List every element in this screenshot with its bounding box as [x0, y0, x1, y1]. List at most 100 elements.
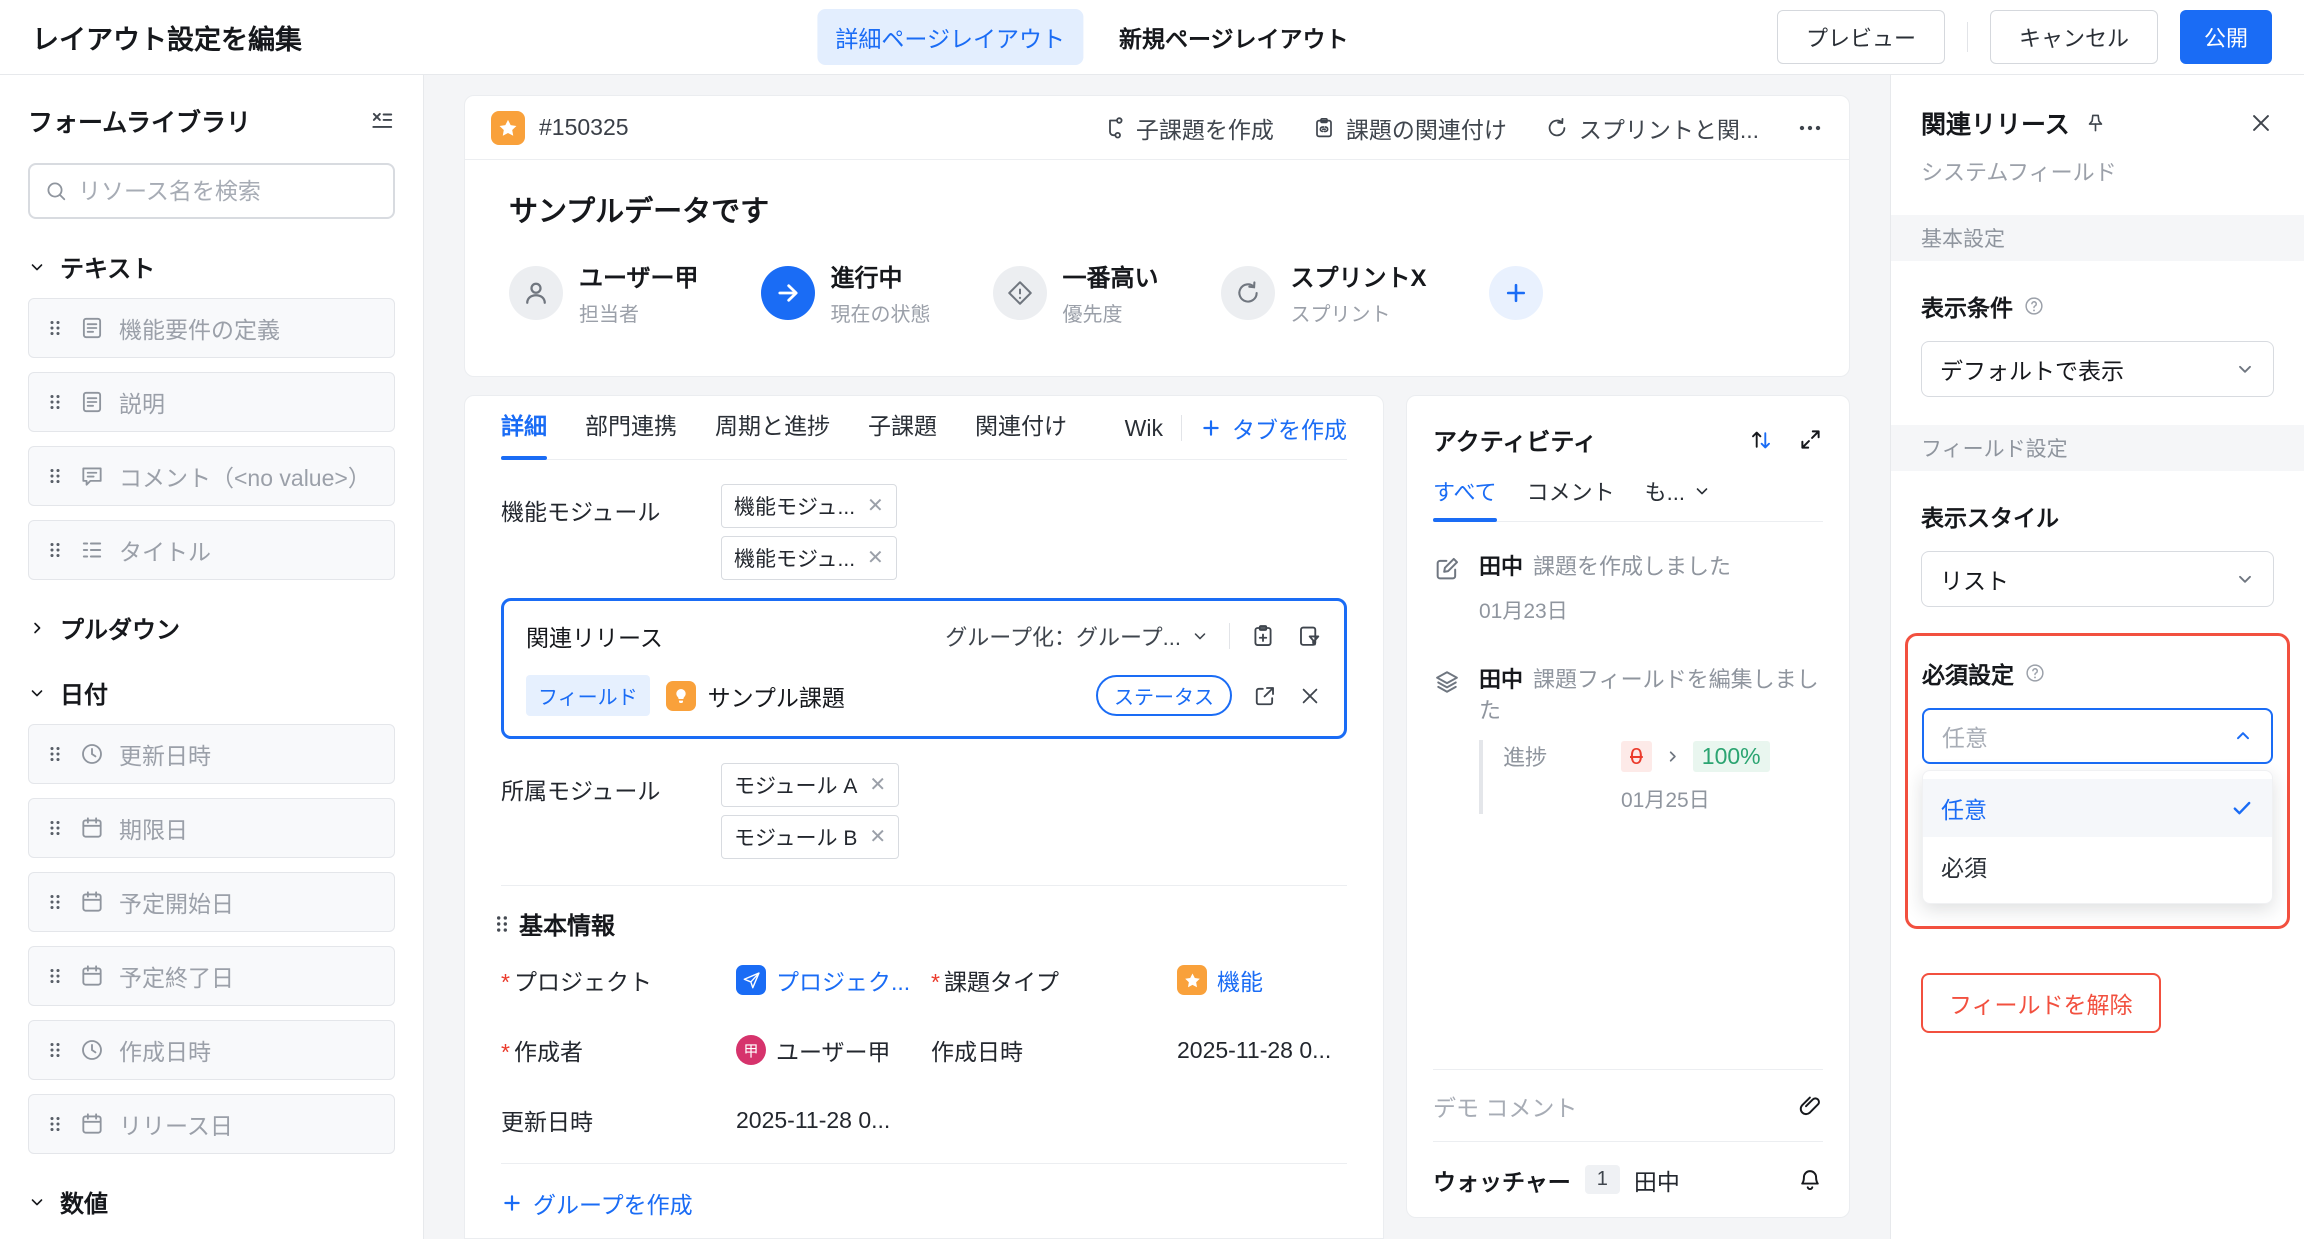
library-item-label: 期限日 — [119, 817, 188, 843]
tag[interactable]: モジュール B ✕ — [721, 815, 900, 859]
remove-field-button[interactable]: フィールドを解除 — [1921, 973, 2161, 1033]
activity-user[interactable]: 田中 — [1479, 667, 1523, 692]
field-inspector: 関連リリース システムフィールド 基本設定 表示条件 デフォルトで表示 フィール… — [1890, 75, 2304, 1239]
tab-links[interactable]: 関連付け — [975, 407, 1067, 459]
drag-handle-icon[interactable] — [45, 744, 65, 764]
library-item-due[interactable]: 期限日 — [28, 798, 395, 858]
status-attr[interactable]: 進行中 現在の状態 — [760, 258, 931, 327]
option-required[interactable]: 必須 — [1923, 837, 2272, 895]
required-setting-select[interactable]: 任意 — [1922, 708, 2273, 764]
library-item-planned-start[interactable]: 予定開始日 — [28, 872, 395, 932]
drag-handle-icon[interactable] — [45, 466, 65, 486]
create-tab-link[interactable]: タブを作成 — [1200, 411, 1347, 445]
search-input[interactable] — [78, 177, 379, 205]
activity-field-change: 進捗 0 100% 01月25日 — [1479, 740, 1823, 815]
priority-attr[interactable]: 一番高い 優先度 — [992, 258, 1159, 327]
assignee-attr[interactable]: ユーザー甲 担当者 — [509, 258, 699, 327]
tab-detail[interactable]: 詳細 — [501, 407, 547, 460]
activity-tab-all[interactable]: すべて — [1433, 475, 1497, 522]
tab-new-page-layout[interactable]: 新規ページレイアウト — [1119, 20, 1349, 54]
create-subtask-action[interactable]: 子課題を作成 — [1102, 111, 1274, 145]
comment-input[interactable]: デモ コメント — [1433, 1069, 1823, 1141]
tab-department[interactable]: 部門連携 — [585, 407, 677, 459]
drag-handle-icon[interactable] — [45, 818, 65, 838]
section-pulldown[interactable]: プルダウン — [28, 610, 395, 645]
field-row-module[interactable]: 機能モジュール 機能モジュ... ✕ 機能モジュ... ✕ — [501, 484, 1347, 580]
tab-wiki[interactable]: Wik — [1125, 415, 1163, 442]
expand-icon[interactable] — [1798, 427, 1823, 452]
collapse-panel-icon[interactable] — [369, 108, 395, 134]
resource-search[interactable] — [28, 163, 395, 219]
sprint-attr[interactable]: スプリントX スプリント — [1220, 258, 1427, 327]
field-value-created-at[interactable]: 2025-11-28 0... — [1177, 1037, 1347, 1064]
remove-tag-icon[interactable]: ✕ — [867, 548, 884, 568]
cancel-button[interactable]: キャンセル — [1989, 10, 2158, 64]
help-icon[interactable] — [2023, 295, 2045, 317]
sort-order-icon[interactable] — [1748, 427, 1774, 453]
library-item-release-date[interactable]: リリース日 — [28, 1094, 395, 1154]
more-actions-icon[interactable] — [1797, 115, 1823, 141]
group-by-dropdown[interactable]: グループ化：グループ... — [945, 620, 1209, 652]
field-label-creator: 作成者 — [501, 1033, 736, 1067]
field-value-updated-at[interactable]: 2025-11-28 0... — [736, 1107, 931, 1134]
pin-icon[interactable] — [2084, 112, 2107, 135]
watcher-name[interactable]: 田中 — [1634, 1163, 1680, 1197]
remove-tag-icon[interactable]: ✕ — [867, 496, 884, 516]
activity-tab-more[interactable]: も... — [1645, 475, 1711, 521]
filter-view-icon[interactable] — [1296, 623, 1322, 649]
drag-handle-icon[interactable] — [45, 892, 65, 912]
library-item-comment[interactable]: コメント（<no value>） — [28, 446, 395, 506]
activity-header-icons — [1748, 427, 1823, 453]
link-issue-action[interactable]: 課題の関連付け — [1312, 111, 1507, 145]
section-number[interactable]: 数値 — [28, 1184, 395, 1219]
drag-handle-icon[interactable] — [45, 1114, 65, 1134]
field-value-issue-type[interactable]: 機能 — [1177, 963, 1347, 997]
preview-button[interactable]: プレビュー — [1776, 10, 1945, 64]
drag-handle-icon[interactable] — [45, 540, 65, 560]
tab-subtasks[interactable]: 子課題 — [868, 407, 937, 459]
drag-handle-icon[interactable] — [45, 318, 65, 338]
create-group-link[interactable]: グループを作成 — [501, 1186, 693, 1220]
activity-tab-comments[interactable]: コメント — [1527, 475, 1615, 521]
tag[interactable]: 機能モジュ... ✕ — [721, 484, 897, 528]
tag[interactable]: 機能モジュ... ✕ — [721, 536, 897, 580]
library-item-updated[interactable]: 更新日時 — [28, 724, 395, 784]
sprint-link-action[interactable]: スプリントと関... — [1545, 111, 1759, 145]
activity-user[interactable]: 田中 — [1479, 554, 1523, 579]
related-item-title[interactable]: サンプル課題 — [708, 679, 845, 713]
option-optional[interactable]: 任意 — [1923, 779, 2272, 837]
remove-item-icon[interactable] — [1298, 684, 1322, 708]
remove-tag-icon[interactable]: ✕ — [869, 827, 886, 847]
tab-cycle-progress[interactable]: 周期と進捗 — [715, 407, 830, 459]
library-item-planned-end[interactable]: 予定終了日 — [28, 946, 395, 1006]
field-row-belong-module[interactable]: 所属モジュール モジュール A ✕ モジュール B ✕ — [501, 763, 1347, 859]
drag-handle-icon[interactable] — [45, 966, 65, 986]
drag-handle-icon[interactable] — [491, 913, 513, 935]
close-icon[interactable] — [2248, 110, 2274, 136]
library-item-requirement[interactable]: 機能要件の定義 — [28, 298, 395, 358]
attachment-icon[interactable] — [1797, 1093, 1823, 1119]
add-related-item-icon[interactable] — [1250, 623, 1276, 649]
drag-handle-icon[interactable] — [45, 392, 65, 412]
field-value-creator[interactable]: 甲 ユーザー甲 — [736, 1033, 931, 1067]
tab-detail-page-layout[interactable]: 詳細ページレイアウト — [817, 9, 1083, 65]
status-pill[interactable]: ステータス — [1096, 675, 1232, 716]
section-date[interactable]: 日付 — [28, 675, 395, 710]
publish-button[interactable]: 公開 — [2179, 10, 2272, 64]
related-release-field-selected[interactable]: 関連リリース グループ化：グループ... フィールド サンプル課題 ステータス — [501, 598, 1347, 739]
field-value-project[interactable]: プロジェク... — [736, 963, 931, 997]
remove-tag-icon[interactable]: ✕ — [869, 775, 886, 795]
basic-info-header[interactable]: 基本情報 — [501, 906, 1347, 941]
tag[interactable]: モジュール A ✕ — [721, 763, 900, 807]
drag-handle-icon[interactable] — [45, 1040, 65, 1060]
help-icon[interactable] — [2024, 662, 2046, 684]
bell-icon[interactable] — [1797, 1167, 1823, 1193]
library-item-title[interactable]: タイトル — [28, 520, 395, 580]
add-attribute-button[interactable] — [1488, 265, 1543, 320]
display-style-select[interactable]: リスト — [1921, 551, 2274, 607]
display-condition-select[interactable]: デフォルトで表示 — [1921, 341, 2274, 397]
open-external-icon[interactable] — [1252, 683, 1278, 709]
library-item-created[interactable]: 作成日時 — [28, 1020, 395, 1080]
library-item-description[interactable]: 説明 — [28, 372, 395, 432]
section-text[interactable]: テキスト — [28, 249, 395, 284]
